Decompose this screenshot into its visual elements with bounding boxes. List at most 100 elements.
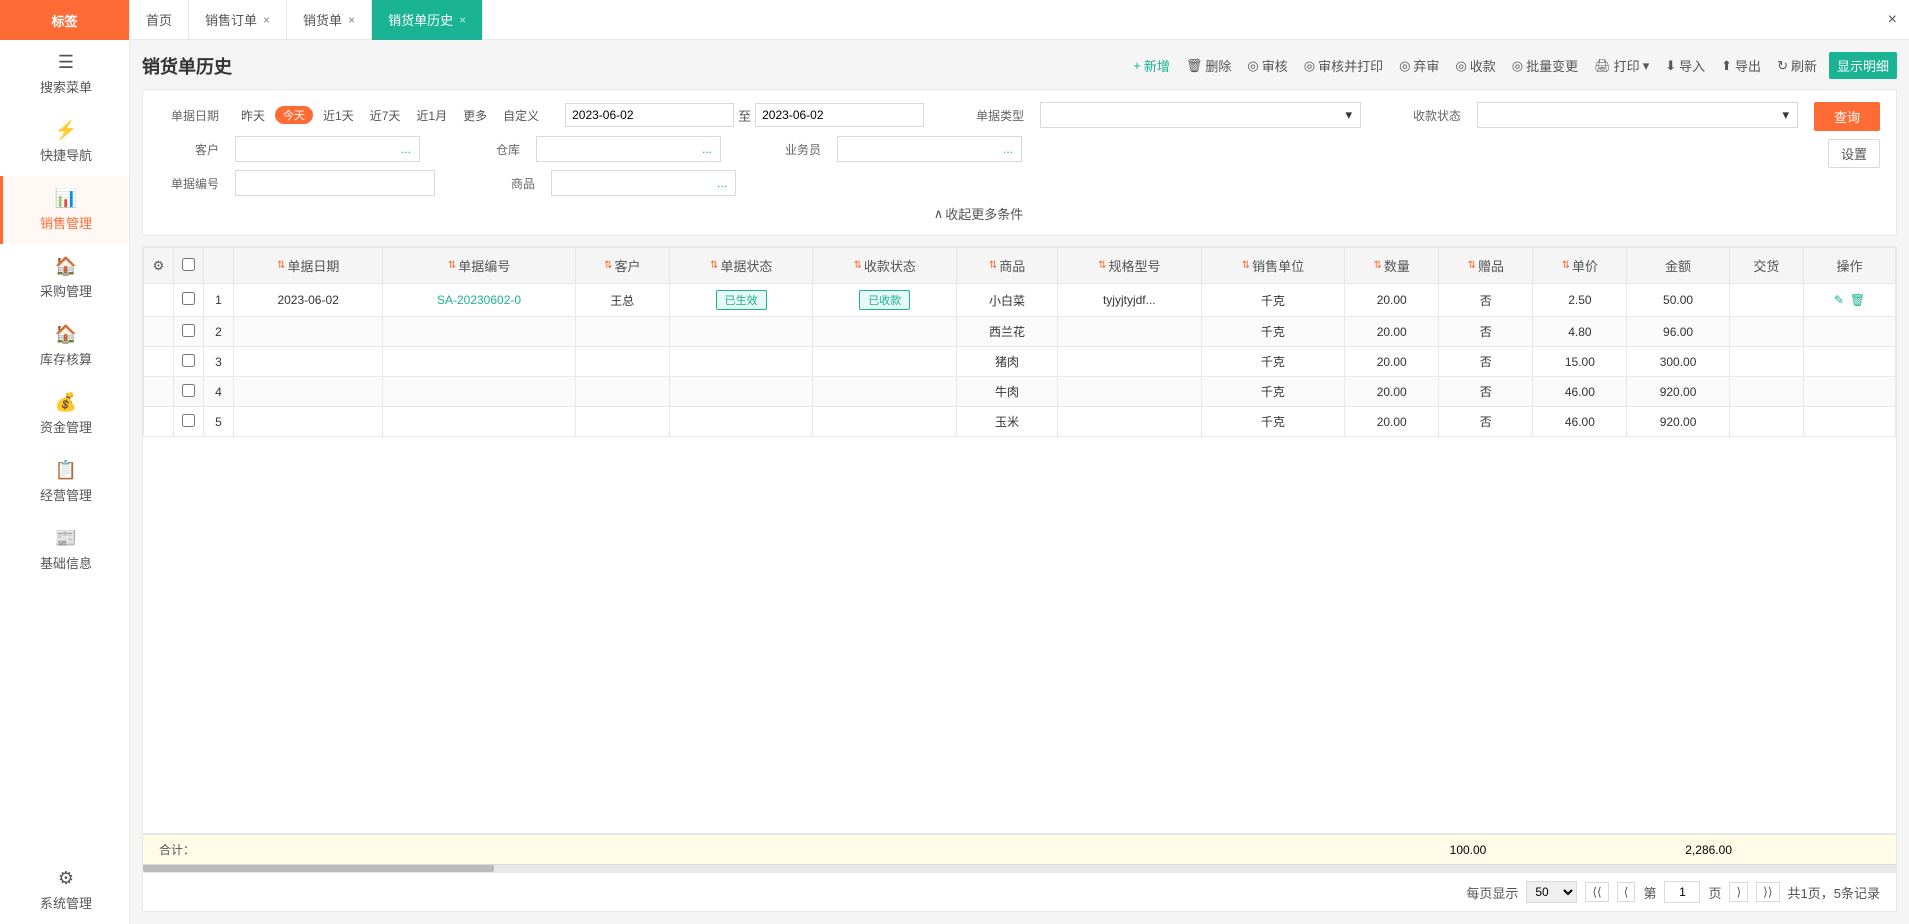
set-button[interactable]: 设置 <box>1828 139 1880 168</box>
goods-ellipsis[interactable]: ... <box>715 174 729 192</box>
tab-sales-order-close[interactable]: × <box>263 13 270 27</box>
row-spec-type-cell <box>1057 377 1201 407</box>
abandon-icon: ◎ <box>1399 58 1410 74</box>
row-doc-no-cell[interactable]: SA-20230602-0 <box>383 284 575 317</box>
row-check-cell[interactable] <box>174 377 204 407</box>
date-tag-recent1m[interactable]: 近1月 <box>410 105 453 126</box>
row-doc-status-cell: 已生效 <box>669 284 813 317</box>
customer-col-header[interactable]: ⇅ 客户 <box>575 248 669 284</box>
tab-sales-goods[interactable]: 销货单 × <box>287 0 372 40</box>
sidebar-item-basic-info[interactable]: 📰 基础信息 <box>0 516 129 584</box>
date-tag-recent7[interactable]: 近7天 <box>364 105 407 126</box>
row-pay-status-cell <box>813 407 957 437</box>
customer-input[interactable] <box>242 138 397 160</box>
check-col-header[interactable] <box>174 248 204 284</box>
display-detail-button[interactable]: 显示明细 <box>1829 52 1897 79</box>
last-page-button[interactable]: ⟩⟩ <box>1756 882 1779 902</box>
spec-type-col-header[interactable]: ⇅ 规格型号 <box>1057 248 1201 284</box>
date-tag-custom[interactable]: 自定义 <box>497 105 545 126</box>
gift-col-header[interactable]: ⇅ 赠品 <box>1439 248 1533 284</box>
first-page-button[interactable]: ⟨⟨ <box>1585 882 1608 902</box>
doc-status-col-header[interactable]: ⇅ 单据状态 <box>669 248 813 284</box>
tab-sales-history[interactable]: 销货单历史 × <box>372 0 483 40</box>
sidebar-item-sales-mgmt[interactable]: 📊 销售管理 <box>0 176 129 244</box>
date-from-input[interactable] <box>565 103 734 127</box>
row-check-cell[interactable] <box>174 317 204 347</box>
staff-ellipsis[interactable]: ... <box>1001 140 1015 158</box>
row-checkbox[interactable] <box>182 414 195 427</box>
row-checkbox[interactable] <box>182 324 195 337</box>
next-page-button[interactable]: ⟩ <box>1729 882 1748 902</box>
audit-print-label: 审核并打印 <box>1318 56 1383 75</box>
tab-sales-history-close[interactable]: × <box>459 13 466 27</box>
new-button[interactable]: + 新增 <box>1129 54 1174 77</box>
abandon-button[interactable]: ◎ 弃审 <box>1395 54 1443 77</box>
sidebar-item-quick-nav[interactable]: ⚡ 快捷导航 <box>0 108 129 176</box>
print-button[interactable]: 🖨 打印 ▾ <box>1590 54 1653 77</box>
sidebar-item-inventory[interactable]: 🏠 库存核算 <box>0 312 129 380</box>
date-tag-today[interactable]: 今天 <box>275 106 313 124</box>
row-gear-cell <box>144 407 174 437</box>
row-transaction-cell <box>1729 284 1803 317</box>
per-page-select[interactable]: 50 20 100 <box>1526 881 1577 903</box>
tab-bar-close[interactable]: × <box>1876 11 1909 29</box>
payment-status-select[interactable]: ▾ <box>1477 102 1798 128</box>
tab-sales-order[interactable]: 销售订单 × <box>189 0 287 40</box>
row-amount-cell: 96.00 <box>1627 317 1729 347</box>
collect-button[interactable]: ◎ 收款 <box>1451 54 1499 77</box>
date-tag-yesterday[interactable]: 昨天 <box>235 105 271 126</box>
doc-no-col-header[interactable]: ⇅ 单据编号 <box>383 248 575 284</box>
warehouse-ellipsis[interactable]: ... <box>700 140 714 158</box>
export-button[interactable]: ⬆ 导出 <box>1717 54 1765 77</box>
action-btn-1[interactable]: 🗑 <box>1850 293 1865 307</box>
prev-page-button[interactable]: ⟨ <box>1617 882 1636 902</box>
row-doc-no-cell[interactable] <box>383 407 575 437</box>
gift-col-label: 赠品 <box>1478 256 1504 275</box>
doc-type-select[interactable]: ▾ <box>1040 102 1361 128</box>
tab-sales-goods-close[interactable]: × <box>348 13 355 27</box>
goods-col-header[interactable]: ⇅ 商品 <box>957 248 1058 284</box>
main-content: 首页 销售订单 × 销货单 × 销货单历史 × × 销货单历史 + 新增 <box>130 0 1909 924</box>
row-checkbox[interactable] <box>182 292 195 305</box>
batch-change-button[interactable]: ◎ 批量变更 <box>1508 54 1582 77</box>
quantity-col-header[interactable]: ⇅ 数量 <box>1345 248 1439 284</box>
page-number-input[interactable] <box>1664 881 1700 903</box>
collapse-button[interactable]: ∧ 收起更多条件 <box>159 204 1798 223</box>
select-all-checkbox[interactable] <box>182 258 195 271</box>
row-doc-no-cell[interactable] <box>383 317 575 347</box>
sidebar-item-finance[interactable]: 💰 资金管理 <box>0 380 129 448</box>
delete-button[interactable]: 🗑 删除 <box>1182 54 1236 77</box>
customer-ellipsis[interactable]: ... <box>399 140 413 158</box>
query-button[interactable]: 查询 <box>1814 102 1880 131</box>
date-to-input[interactable] <box>755 103 924 127</box>
sidebar-item-system[interactable]: ⚙ 系统管理 <box>0 856 129 924</box>
doc-no-input[interactable] <box>235 170 435 196</box>
sidebar-item-purchase-mgmt[interactable]: 🏠 采购管理 <box>0 244 129 312</box>
row-doc-no-cell[interactable] <box>383 347 575 377</box>
audit-print-button[interactable]: ◎ 审核并打印 <box>1300 54 1387 77</box>
staff-input[interactable] <box>844 138 999 160</box>
refresh-button[interactable]: ↻ 刷新 <box>1773 54 1821 77</box>
gear-col-header[interactable]: ⚙ <box>144 248 174 284</box>
row-check-cell[interactable] <box>174 284 204 317</box>
goods-input[interactable] <box>558 172 713 194</box>
unit-price-col-header[interactable]: ⇅ 单价 <box>1533 248 1627 284</box>
date-tag-more[interactable]: 更多 <box>457 105 493 126</box>
row-checkbox[interactable] <box>182 384 195 397</box>
date-tag-recent1[interactable]: 近1天 <box>317 105 360 126</box>
tab-home[interactable]: 首页 <box>130 0 189 40</box>
doc-date-col-header[interactable]: ⇅ 单据日期 <box>234 248 383 284</box>
audit-button[interactable]: ◎ 审核 <box>1243 54 1291 77</box>
row-check-cell[interactable] <box>174 407 204 437</box>
warehouse-input[interactable] <box>543 138 698 160</box>
row-doc-no-cell[interactable] <box>383 377 575 407</box>
pay-status-col-header[interactable]: ⇅ 收款状态 <box>813 248 957 284</box>
import-button[interactable]: ⬇ 导入 <box>1661 54 1709 77</box>
sales-unit-col-header[interactable]: ⇅ 销售单位 <box>1201 248 1345 284</box>
sidebar-item-operations[interactable]: 📋 经营管理 <box>0 448 129 516</box>
row-check-cell[interactable] <box>174 347 204 377</box>
row-checkbox[interactable] <box>182 354 195 367</box>
sidebar-item-search-menu[interactable]: ☰ 搜索菜单 <box>0 40 129 108</box>
amount-col-header: 金额 <box>1627 248 1729 284</box>
action-btn-0[interactable]: ✎ <box>1834 293 1844 307</box>
